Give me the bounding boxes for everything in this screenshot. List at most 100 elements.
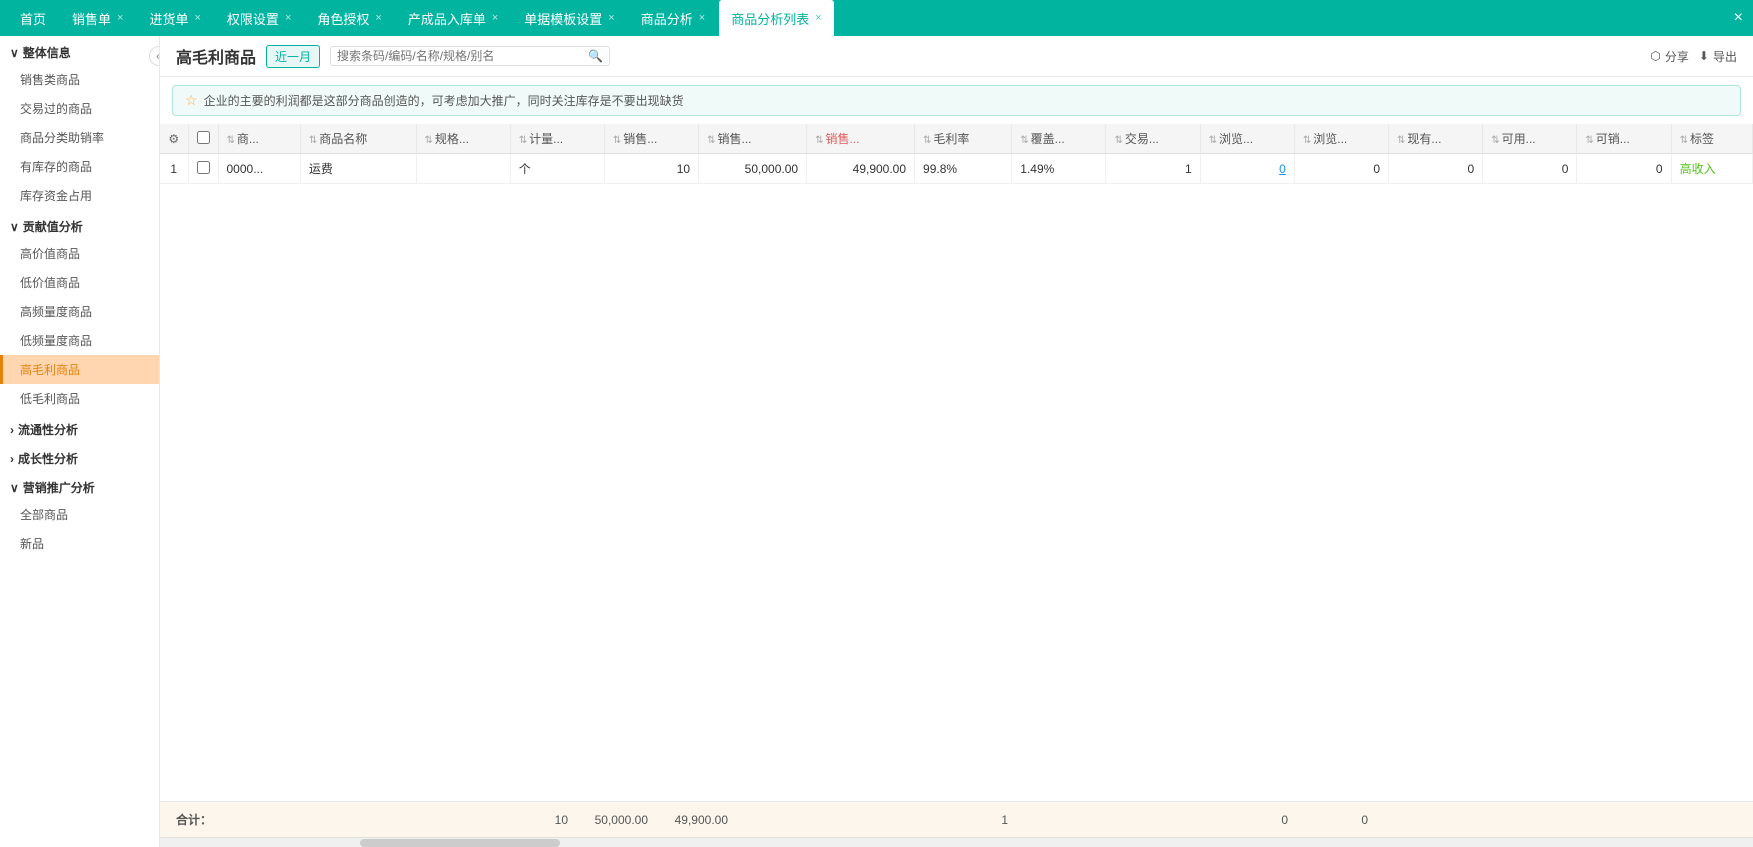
- sort-icon-code: ⇅: [227, 135, 235, 146]
- sidebar-group-overall[interactable]: ∨ 整体信息: [0, 36, 159, 65]
- footer-cells: 10 50,000.00 49,900.00 1 0 0: [236, 813, 1737, 827]
- search-icon[interactable]: 🔍: [588, 49, 603, 63]
- tab-stock-in-close[interactable]: ×: [492, 12, 498, 24]
- tab-stock-in[interactable]: 产成品入库单 ×: [396, 0, 510, 36]
- table-wrapper[interactable]: ⚙ ⇅商... ⇅商品名称 ⇅规格... ⇅计量... ⇅销售... ⇅销售..…: [160, 124, 1753, 801]
- col-tag[interactable]: ⇅标签: [1671, 124, 1752, 154]
- sidebar-group-growth[interactable]: › 成长性分析: [0, 442, 159, 471]
- col-view-count[interactable]: ⇅浏览...: [1200, 124, 1294, 154]
- filter-recent-month-button[interactable]: 近一月: [266, 45, 320, 68]
- col-gross-margin[interactable]: ⇅毛利率: [915, 124, 1012, 154]
- footer-current-stock: 0: [1216, 813, 1296, 827]
- tab-permissions[interactable]: 权限设置 ×: [215, 0, 303, 36]
- tab-template[interactable]: 单据模板设置 ×: [512, 0, 626, 36]
- sort-icon-gross-margin: ⇅: [923, 135, 931, 146]
- row-view-count[interactable]: 0: [1200, 154, 1294, 184]
- footer-empty2: [1016, 813, 1216, 827]
- row-view-count2: 0: [1294, 154, 1388, 184]
- tab-analysis[interactable]: 商品分析 ×: [629, 0, 717, 36]
- sidebar-item-category-rate[interactable]: 商品分类助销率: [0, 123, 159, 152]
- col-coverage[interactable]: ⇅覆盖...: [1012, 124, 1106, 154]
- col-sale-amt[interactable]: ⇅销售...: [699, 124, 807, 154]
- col-current-stock[interactable]: ⇅现有...: [1389, 124, 1483, 154]
- content-area: 高毛利商品 近一月 🔍 ⬡ 分享 ⬇ 导出 ☆ 企业的主要的利润都是这部分商品创…: [160, 36, 1753, 847]
- sidebar-item-low-value[interactable]: 低价值商品: [0, 268, 159, 297]
- tab-sales-close[interactable]: ×: [117, 12, 123, 24]
- sort-icon-view-count: ⇅: [1209, 135, 1217, 146]
- sort-icon-coverage: ⇅: [1020, 135, 1028, 146]
- top-navigation: 首页 销售单 × 进货单 × 权限设置 × 角色授权 × 产成品入库单 × 单据…: [0, 0, 1753, 36]
- export-button[interactable]: ⬇ 导出: [1699, 48, 1737, 65]
- sidebar-item-sales-goods[interactable]: 销售类商品: [0, 65, 159, 94]
- footer-sale-qty: 10: [236, 813, 576, 827]
- col-code[interactable]: ⇅商...: [218, 124, 300, 154]
- tab-roles[interactable]: 角色授权 ×: [305, 0, 393, 36]
- sort-icon-trade-count: ⇅: [1114, 135, 1122, 146]
- footer-bar: 合计： 10 50,000.00 49,900.00 1 0 0: [160, 801, 1753, 837]
- sort-icon-spec: ⇅: [425, 135, 433, 146]
- tab-purchase[interactable]: 进货单 ×: [137, 0, 212, 36]
- window-close-button[interactable]: ×: [1734, 9, 1743, 27]
- horizontal-scrollbar[interactable]: [160, 837, 1753, 847]
- footer-trade-count: 1: [936, 813, 1016, 827]
- footer-empty1: [736, 813, 936, 827]
- col-sale-qty[interactable]: ⇅销售...: [604, 124, 698, 154]
- col-settings[interactable]: ⚙: [160, 124, 188, 154]
- col-name[interactable]: ⇅商品名称: [300, 124, 416, 154]
- sidebar-group-contribution[interactable]: ∨ 贡献值分析: [0, 210, 159, 239]
- share-label: 分享: [1665, 48, 1689, 65]
- col-view-count2[interactable]: ⇅浏览...: [1294, 124, 1388, 154]
- tab-home[interactable]: 首页: [8, 0, 58, 36]
- tab-purchase-close[interactable]: ×: [194, 12, 200, 24]
- info-banner: ☆ 企业的主要的利润都是这部分商品创造的，可考虑加大推广，同时关注库存是不要出现…: [172, 85, 1741, 116]
- share-button[interactable]: ⬡ 分享: [1650, 48, 1689, 65]
- col-checkbox[interactable]: [188, 124, 218, 154]
- sidebar-item-low-freq[interactable]: 低频量度商品: [0, 326, 159, 355]
- tab-home-label: 首页: [20, 9, 46, 28]
- search-input[interactable]: [337, 49, 588, 63]
- sidebar-item-new-goods[interactable]: 新品: [0, 529, 159, 558]
- col-sale-profit[interactable]: ⇅销售...: [807, 124, 915, 154]
- select-all-checkbox[interactable]: [197, 131, 210, 144]
- header-actions: ⬡ 分享 ⬇ 导出: [1650, 48, 1737, 65]
- sidebar-item-in-stock[interactable]: 有库存的商品: [0, 152, 159, 181]
- tab-analysis-list-close[interactable]: ×: [815, 12, 821, 24]
- tab-template-close[interactable]: ×: [608, 12, 614, 24]
- scrollbar-thumb[interactable]: [360, 839, 560, 847]
- tag-label: 高收入: [1680, 162, 1716, 176]
- row-select-checkbox[interactable]: [197, 161, 210, 174]
- tab-roles-close[interactable]: ×: [375, 12, 381, 24]
- tab-sales[interactable]: 销售单 ×: [60, 0, 135, 36]
- sort-icon-name: ⇅: [309, 135, 317, 146]
- sidebar-item-low-margin[interactable]: 低毛利商品: [0, 384, 159, 413]
- tab-analysis-close[interactable]: ×: [699, 12, 705, 24]
- sidebar-group-marketing[interactable]: ∨ 营销推广分析: [0, 471, 159, 500]
- export-icon: ⬇: [1699, 49, 1709, 63]
- row-tag: 高收入: [1671, 154, 1752, 184]
- sidebar-group-contribution-label: 贡献值分析: [23, 218, 83, 235]
- row-current-stock: 0: [1389, 154, 1483, 184]
- col-spec[interactable]: ⇅规格...: [416, 124, 510, 154]
- row-checkbox[interactable]: [188, 154, 218, 184]
- sidebar-item-high-freq[interactable]: 高频量度商品: [0, 297, 159, 326]
- col-sale-stock[interactable]: ⇅可销...: [1577, 124, 1671, 154]
- tab-template-label: 单据模板设置: [524, 9, 602, 28]
- data-table: ⚙ ⇅商... ⇅商品名称 ⇅规格... ⇅计量... ⇅销售... ⇅销售..…: [160, 124, 1753, 184]
- sidebar-item-traded-goods[interactable]: 交易过的商品: [0, 94, 159, 123]
- sidebar-item-all-goods[interactable]: 全部商品: [0, 500, 159, 529]
- col-avail-stock[interactable]: ⇅可用...: [1483, 124, 1577, 154]
- sidebar-item-high-value[interactable]: 高价值商品: [0, 239, 159, 268]
- row-sale-qty: 10: [604, 154, 698, 184]
- col-unit[interactable]: ⇅计量...: [510, 124, 604, 154]
- row-trade-count: 1: [1106, 154, 1200, 184]
- footer-sale-profit: 49,900.00: [656, 813, 736, 827]
- sidebar-group-flow[interactable]: › 流通性分析: [0, 413, 159, 442]
- col-trade-count[interactable]: ⇅交易...: [1106, 124, 1200, 154]
- row-sale-stock: 0: [1577, 154, 1671, 184]
- sidebar-group-flow-label: 流通性分析: [18, 421, 78, 438]
- sidebar-item-high-margin[interactable]: 高毛利商品: [0, 355, 159, 384]
- tab-analysis-list[interactable]: 商品分析列表 ×: [719, 0, 833, 36]
- tab-permissions-close[interactable]: ×: [285, 12, 291, 24]
- sidebar-item-capital[interactable]: 库存资金占用: [0, 181, 159, 210]
- row-sale-amt: 50,000.00: [699, 154, 807, 184]
